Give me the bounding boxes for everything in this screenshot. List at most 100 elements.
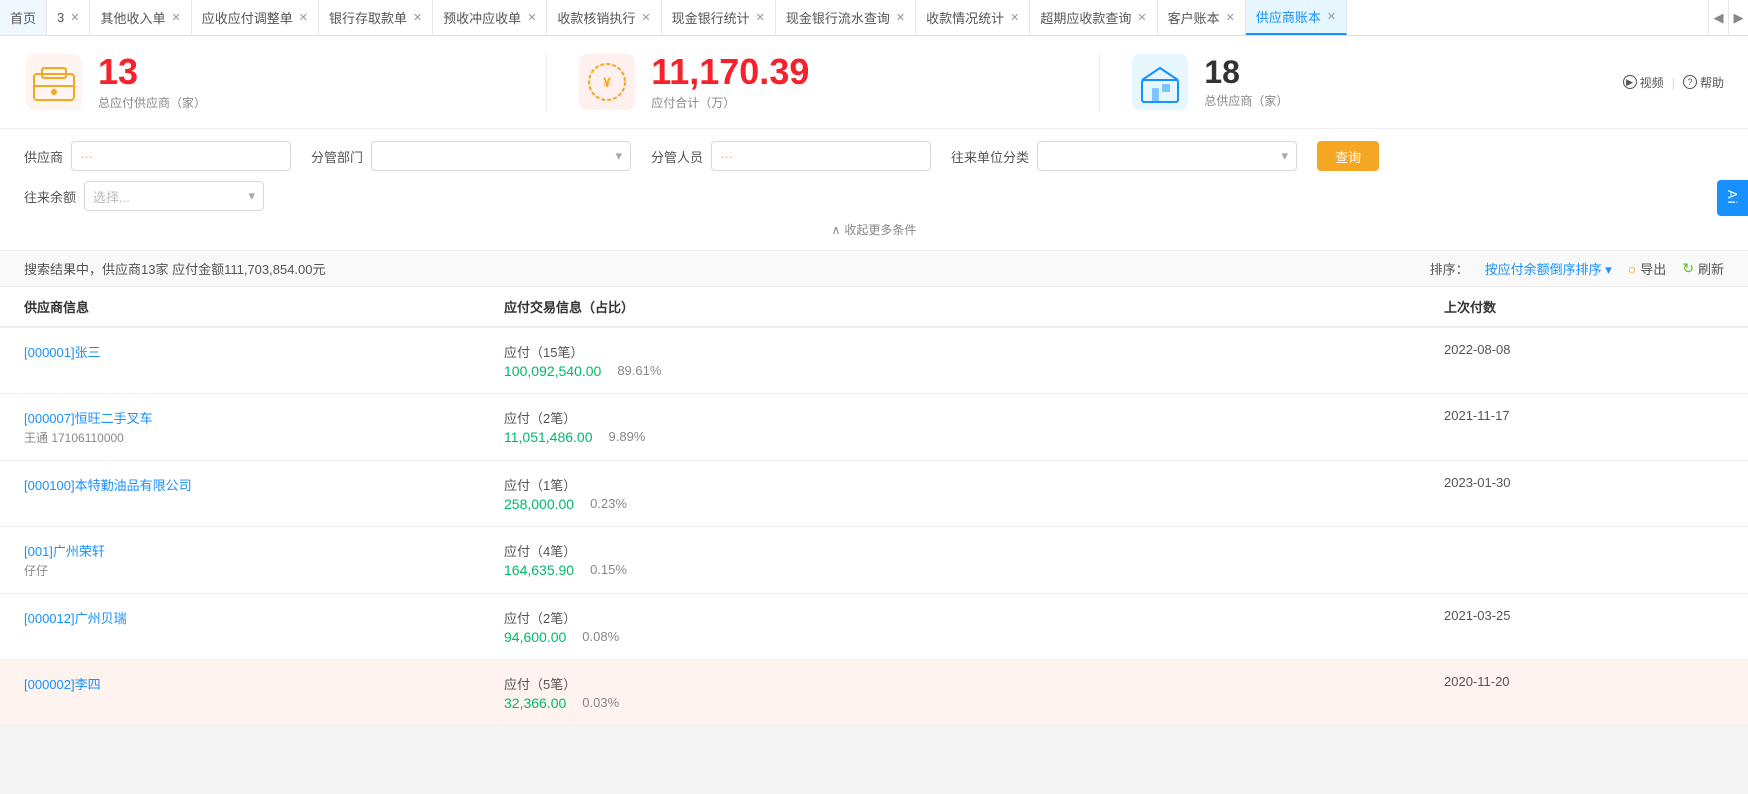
nav-tab-prepay-offset[interactable]: 预收冲应收单 ✕ [433, 0, 547, 35]
trade-amount[interactable]: 100,092,540.00 [504, 363, 601, 379]
trade-info-cell: 应付（2笔） 94,600.00 0.08% [504, 608, 1444, 645]
close-icon[interactable]: ✕ [1226, 11, 1235, 24]
nav-scroll-arrows: ◀ ▶ [1708, 0, 1748, 36]
result-summary: 搜索结果中，供应商13家 应付金额111,703,854.00元 [24, 259, 326, 278]
search-button[interactable]: 查询 [1317, 141, 1379, 171]
svg-text:¥: ¥ [603, 74, 611, 90]
nav-tab-overdue-query[interactable]: 超期应收款查询 ✕ [1030, 0, 1157, 35]
dept-filter-input[interactable]: ▾ [371, 141, 631, 171]
close-icon[interactable]: ✕ [299, 11, 308, 24]
balance-filter-input[interactable]: 选择... ▾ [84, 181, 264, 211]
nav-tab-3-label: 3 [57, 10, 64, 25]
filter-dept: 分管部门 ▾ [311, 141, 631, 171]
stat-number-payable: 11,170.39 [651, 54, 809, 90]
close-icon[interactable]: ✕ [413, 11, 422, 24]
nav-left-arrow[interactable]: ◀ [1708, 0, 1728, 36]
balance-placeholder: 选择... [93, 187, 130, 206]
payable-icon: ¥ [577, 52, 637, 112]
person-filter-label: 分管人员 [651, 147, 703, 166]
nav-tab-ar-ap-adjust-label: 应收应付调整单 [202, 8, 293, 27]
supplier-table: 供应商信息 应付交易信息（占比） 上次付数 [000001]张三 应付（15笔）… [0, 287, 1748, 726]
filter-row-2: 往来余额 选择... ▾ [24, 181, 1724, 211]
stat-content-suppliers: 13 总应付供应商（家） [98, 54, 206, 111]
close-icon[interactable]: ✕ [896, 11, 905, 24]
supplier-link[interactable]: [000001]张三 [24, 345, 101, 360]
nav-tab-collection-exec-label: 收款核销执行 [557, 8, 635, 27]
nav-tab-supplier-ledger[interactable]: 供应商账本 ✕ [1246, 0, 1347, 35]
header-last-pay: 上次付数 [1444, 297, 1724, 316]
trade-row: 164,635.90 0.15% [504, 560, 1444, 578]
stat-label-payable: 应付合计（万） [651, 94, 809, 111]
trade-pct: 9.89% [609, 429, 646, 444]
trade-info-cell: 应付（1笔） 258,000.00 0.23% [504, 475, 1444, 512]
filter-area: 供应商 ··· 分管部门 ▾ 分管人员 ··· 往来单位分类 ▾ 查询 [0, 129, 1748, 251]
close-icon[interactable]: ✕ [1137, 11, 1146, 24]
nav-tab-other-income[interactable]: 其他收入单 ✕ [90, 0, 191, 35]
stat-label-total: 总供应商（家） [1204, 92, 1288, 109]
video-link[interactable]: ▶ 视频 [1623, 74, 1664, 91]
filter-supplier: 供应商 ··· [24, 141, 291, 171]
sort-value: 按应付余额倒序排序 [1485, 262, 1602, 277]
sort-select[interactable]: 按应付余额倒序排序 ▾ [1485, 259, 1612, 278]
dept-arrow-icon: ▾ [616, 148, 623, 164]
nav-tab-collection-exec[interactable]: 收款核销执行 ✕ [547, 0, 661, 35]
supplier-link[interactable]: [000012]广州贝瑞 [24, 611, 127, 626]
stat-content-total: 18 总供应商（家） [1204, 56, 1288, 109]
nav-right-arrow[interactable]: ▶ [1728, 0, 1748, 36]
trade-amount[interactable]: 94,600.00 [504, 629, 566, 645]
close-icon[interactable]: ✕ [70, 11, 79, 24]
nav-tab-collection-stats-label: 收款情况统计 [926, 8, 1004, 27]
trade-info-cell: 应付（15笔） 100,092,540.00 89.61% [504, 342, 1444, 379]
nav-tab-bank-deposit[interactable]: 银行存取款单 ✕ [319, 0, 433, 35]
trade-row: 32,366.00 0.03% [504, 693, 1444, 711]
collapse-button[interactable]: ∧ 收起更多条件 [832, 221, 917, 238]
table-row: [001]广州荣轩 仔仔 应付（4笔） 164,635.90 0.15% [0, 527, 1748, 594]
header-trade-info: 应付交易信息（占比） [504, 297, 1444, 316]
nav-tab-collection-stats[interactable]: 收款情况统计 ✕ [916, 0, 1030, 35]
refresh-button[interactable]: ↻ 刷新 [1682, 259, 1724, 278]
close-icon[interactable]: ✕ [1327, 10, 1336, 23]
export-icon: ○ [1628, 261, 1636, 277]
close-icon[interactable]: ✕ [527, 11, 536, 24]
trade-amount[interactable]: 164,635.90 [504, 562, 574, 578]
nav-tab-customer-ledger[interactable]: 客户账本 ✕ [1158, 0, 1246, 35]
supplier-link[interactable]: [000002]李四 [24, 677, 101, 692]
trade-amount[interactable]: 32,366.00 [504, 695, 566, 711]
stat-divider-2 [1099, 52, 1100, 112]
supplier-link[interactable]: [000007]恒旺二手叉车 [24, 411, 153, 426]
table-row: [000007]恒旺二手叉车 王通 17106110000 应付（2笔） 11,… [0, 394, 1748, 461]
supplier-input-dots: ··· [80, 149, 93, 164]
supplier-link[interactable]: [000100]本特勤油品有限公司 [24, 478, 192, 493]
category-filter-input[interactable]: ▾ [1037, 141, 1297, 171]
close-icon[interactable]: ✕ [171, 11, 180, 24]
trade-row: 100,092,540.00 89.61% [504, 361, 1444, 379]
person-filter-input[interactable]: ··· [711, 141, 931, 171]
export-button[interactable]: ○ 导出 [1628, 259, 1666, 278]
video-circle-icon: ▶ [1623, 75, 1637, 89]
nav-tab-3[interactable]: 3 ✕ [47, 0, 90, 35]
supplier-filter-input[interactable]: ··· [71, 141, 291, 171]
supplier-link[interactable]: [001]广州荣轩 [24, 544, 105, 559]
last-pay-cell: 2023-01-30 [1444, 475, 1724, 490]
result-bar: 搜索结果中，供应商13家 应付金额111,703,854.00元 排序： 按应付… [0, 251, 1748, 287]
stat-number-suppliers: 13 [98, 54, 206, 90]
trade-amount[interactable]: 11,051,486.00 [504, 429, 593, 445]
close-icon[interactable]: ✕ [641, 11, 650, 24]
nav-tab-prepay-offset-label: 预收冲应收单 [443, 8, 521, 27]
stats-banner: 13 总应付供应商（家） ¥ 11,170.39 应付合计（万） [0, 36, 1748, 129]
close-icon[interactable]: ✕ [1010, 11, 1019, 24]
supplier-info-cell: [000100]本特勤油品有限公司 [24, 475, 504, 494]
nav-tab-cash-bank-stats[interactable]: 现金银行统计 ✕ [662, 0, 776, 35]
result-actions: 排序： 按应付余额倒序排序 ▾ ○ 导出 ↻ 刷新 [1430, 259, 1724, 278]
nav-tab-home[interactable]: 首页 [0, 0, 47, 35]
nav-tab-cash-flow-query[interactable]: 现金银行流水查询 ✕ [776, 0, 916, 35]
ai-button-container: Ai [1717, 180, 1748, 216]
stat-block-payable: ¥ 11,170.39 应付合计（万） [577, 52, 1069, 112]
stat-divider-1 [546, 52, 547, 112]
help-link[interactable]: ? 帮助 [1683, 74, 1724, 91]
ai-button[interactable]: Ai [1717, 180, 1748, 216]
trade-amount[interactable]: 258,000.00 [504, 496, 574, 512]
close-icon[interactable]: ✕ [756, 11, 765, 24]
table-row: [000002]李四 应付（5笔） 32,366.00 0.03% 2020-1… [0, 660, 1748, 726]
nav-tab-ar-ap-adjust[interactable]: 应收应付调整单 ✕ [192, 0, 319, 35]
